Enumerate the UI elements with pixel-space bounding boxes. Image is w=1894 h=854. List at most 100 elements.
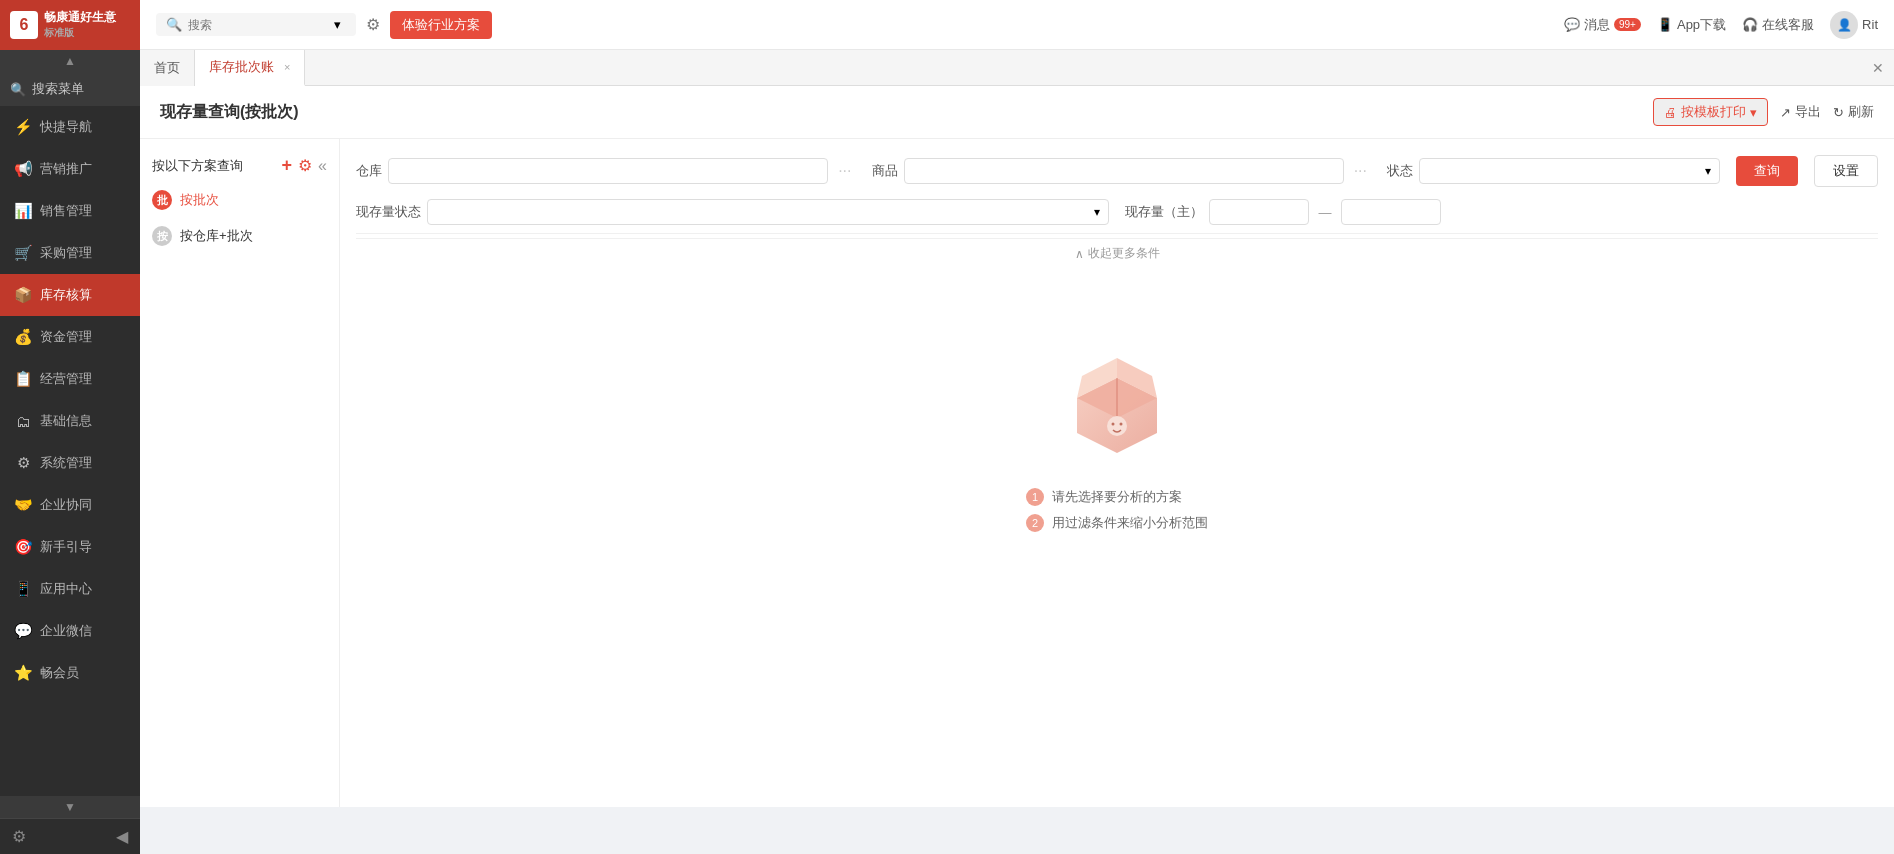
refresh-button[interactable]: ↻ 刷新 — [1833, 103, 1874, 121]
sidebar-item-wechat[interactable]: 💬 企业微信 — [0, 610, 140, 652]
export-icon: ↗ — [1780, 105, 1791, 120]
warehouse-input[interactable] — [388, 158, 828, 184]
purchase-icon: 🛒 — [14, 244, 32, 262]
appstore-icon: 📱 — [14, 580, 32, 598]
collapse-more-conditions[interactable]: ∧ 收起更多条件 — [356, 238, 1878, 268]
tabs-close-all-btn[interactable]: ✕ — [1872, 60, 1884, 76]
sidebar-item-appstore[interactable]: 📱 应用中心 — [0, 568, 140, 610]
sidebar-scroll-down[interactable]: ▼ — [0, 796, 140, 818]
panel-collapse-btn[interactable]: « — [318, 157, 327, 175]
topbar-right: 💬 消息 99+ 📱 App下载 🎧 在线客服 👤 Rit — [1564, 11, 1878, 39]
svg-point-7 — [1120, 423, 1123, 426]
refresh-icon: ↻ — [1833, 105, 1844, 120]
stock-qty-filter-group: 现存量（主） — — [1125, 199, 1878, 225]
empty-hint-2: 2 用过滤条件来缩小分析范围 — [1026, 514, 1208, 532]
online-service-btn[interactable]: 🎧 在线客服 — [1742, 16, 1814, 34]
collapse-icon: ∧ — [1075, 247, 1084, 261]
stock-status-select[interactable]: ▾ — [427, 199, 1109, 225]
tab-home[interactable]: 首页 — [140, 50, 195, 86]
svg-point-6 — [1112, 423, 1115, 426]
content-body: 按以下方案查询 + ⚙ « 批 按批次 按 按仓库+批次 — [140, 139, 1894, 807]
scheme-item-warehouse-batch[interactable]: 按 按仓库+批次 — [140, 218, 339, 254]
warehouse-more-btn[interactable]: ··· — [834, 160, 855, 182]
empty-state-text: 1 请先选择要分析的方案 2 用过滤条件来缩小分析范围 — [1026, 488, 1208, 532]
scheme-item-batch[interactable]: 批 按批次 — [140, 182, 339, 218]
filter-divider — [356, 233, 1878, 234]
left-panel: 按以下方案查询 + ⚙ « 批 按批次 按 按仓库+批次 — [140, 139, 340, 807]
user-profile-btn[interactable]: 👤 Rit — [1830, 11, 1878, 39]
status-select[interactable]: ▾ — [1419, 158, 1720, 184]
print-dropdown-icon[interactable]: ▾ — [1750, 105, 1757, 120]
filter-row-1: 仓库 ··· 商品 ··· 状态 ▾ — [356, 155, 1878, 187]
sidebar-nav: ⚡ 快捷导航 📢 营销推广 📊 销售管理 🛒 采购管理 📦 库存核算 💰 资金管… — [0, 106, 140, 796]
page-actions: 🖨 按模板打印 ▾ ↗ 导出 ↻ 刷新 — [1653, 98, 1874, 126]
enterprise-icon: 🤝 — [14, 496, 32, 514]
sidebar-item-marketing[interactable]: 📢 营销推广 — [0, 148, 140, 190]
filter-row-2: 现存量状态 ▾ 现存量（主） — — [356, 199, 1878, 225]
sidebar-settings-btn[interactable]: ⚙ — [12, 827, 26, 846]
query-button[interactable]: 查询 — [1736, 156, 1798, 186]
message-icon: 💬 — [1564, 17, 1580, 32]
topbar-search-icon: 🔍 — [166, 17, 182, 32]
export-button[interactable]: ↗ 导出 — [1780, 103, 1821, 121]
sidebar-scroll-up[interactable]: ▲ — [0, 50, 140, 72]
stock-qty-min-input[interactable] — [1209, 199, 1309, 225]
topbar-search-input[interactable] — [188, 18, 328, 32]
trial-button[interactable]: 体验行业方案 — [390, 11, 492, 39]
product-more-btn[interactable]: ··· — [1350, 160, 1371, 182]
sidebar-search[interactable]: 🔍 搜索菜单 — [0, 72, 140, 106]
sidebar-item-purchase[interactable]: 🛒 采购管理 — [0, 232, 140, 274]
topbar-search-box[interactable]: 🔍 ▾ — [156, 13, 356, 36]
inventory-icon: 📦 — [14, 286, 32, 304]
sidebar-item-inventory[interactable]: 📦 库存核算 — [0, 274, 140, 316]
status-filter-group: 状态 ▾ — [1387, 158, 1720, 184]
quick-nav-icon: ⚡ — [14, 118, 32, 136]
avatar-placeholder: 👤 — [1837, 18, 1852, 32]
messages-btn[interactable]: 💬 消息 99+ — [1564, 16, 1641, 34]
stock-qty-label: 现存量（主） — [1125, 203, 1203, 221]
app-title: 畅康通好生意 标准版 — [44, 10, 116, 41]
wechat-icon: 💬 — [14, 622, 32, 640]
tab-inventory-batch[interactable]: 库存批次账 × — [195, 50, 305, 86]
empty-state-icon — [1057, 348, 1177, 468]
stock-qty-max-input[interactable] — [1341, 199, 1441, 225]
sidebar-item-enterprise[interactable]: 🤝 企业协同 — [0, 484, 140, 526]
column-settings-button[interactable]: 设置 — [1814, 155, 1878, 187]
product-input[interactable] — [904, 158, 1344, 184]
sidebar-item-quick-nav[interactable]: ⚡ 快捷导航 — [0, 106, 140, 148]
stock-status-filter-group: 现存量状态 ▾ — [356, 199, 1109, 225]
sidebar-item-newbie[interactable]: 🎯 新手引导 — [0, 526, 140, 568]
svg-point-5 — [1107, 416, 1127, 436]
sales-icon: 📊 — [14, 202, 32, 220]
topbar-gear-icon[interactable]: ⚙ — [366, 15, 380, 34]
warehouse-label: 仓库 — [356, 162, 382, 180]
right-panel: 仓库 ··· 商品 ··· 状态 ▾ — [340, 139, 1894, 807]
topbar-search-dropdown-icon[interactable]: ▾ — [334, 17, 341, 32]
add-scheme-btn[interactable]: + — [282, 155, 293, 176]
step-1-badge: 1 — [1026, 488, 1044, 506]
app-download-btn[interactable]: 📱 App下载 — [1657, 16, 1726, 34]
page-header: 现存量查询(按批次) 🖨 按模板打印 ▾ ↗ 导出 ↻ 刷新 — [140, 86, 1894, 139]
sidebar-item-member[interactable]: ⭐ 畅会员 — [0, 652, 140, 694]
tabs-bar: 首页 库存批次账 × ✕ — [140, 50, 1894, 86]
newbie-icon: 🎯 — [14, 538, 32, 556]
content-area: 现存量查询(按批次) 🖨 按模板打印 ▾ ↗ 导出 ↻ 刷新 — [140, 86, 1894, 854]
product-filter-group: 商品 ··· — [872, 158, 1372, 184]
sidebar-header: 6 畅康通好生意 标准版 — [0, 0, 140, 50]
search-icon: 🔍 — [10, 82, 26, 97]
topbar: 🔍 ▾ ⚙ 体验行业方案 💬 消息 99+ 📱 App下载 🎧 在线客服 — [140, 0, 1894, 50]
sidebar-item-system[interactable]: ⚙ 系统管理 — [0, 442, 140, 484]
sidebar-item-sales[interactable]: 📊 销售管理 — [0, 190, 140, 232]
sidebar-collapse-btn[interactable]: ◀ — [116, 827, 128, 846]
stock-status-dropdown-icon: ▾ — [1094, 205, 1100, 219]
print-button[interactable]: 🖨 按模板打印 ▾ — [1653, 98, 1768, 126]
main-area: 🔍 ▾ ⚙ 体验行业方案 💬 消息 99+ 📱 App下载 🎧 在线客服 — [140, 0, 1894, 854]
sidebar-item-finance[interactable]: 💰 资金管理 — [0, 316, 140, 358]
tab-close-btn[interactable]: × — [284, 61, 290, 73]
sidebar-item-basic[interactable]: 🗂 基础信息 — [0, 400, 140, 442]
scheme-settings-btn[interactable]: ⚙ — [298, 156, 312, 175]
warehouse-batch-scheme-icon: 按 — [152, 226, 172, 246]
marketing-icon: 📢 — [14, 160, 32, 178]
step-2-badge: 2 — [1026, 514, 1044, 532]
sidebar-item-operations[interactable]: 📋 经营管理 — [0, 358, 140, 400]
